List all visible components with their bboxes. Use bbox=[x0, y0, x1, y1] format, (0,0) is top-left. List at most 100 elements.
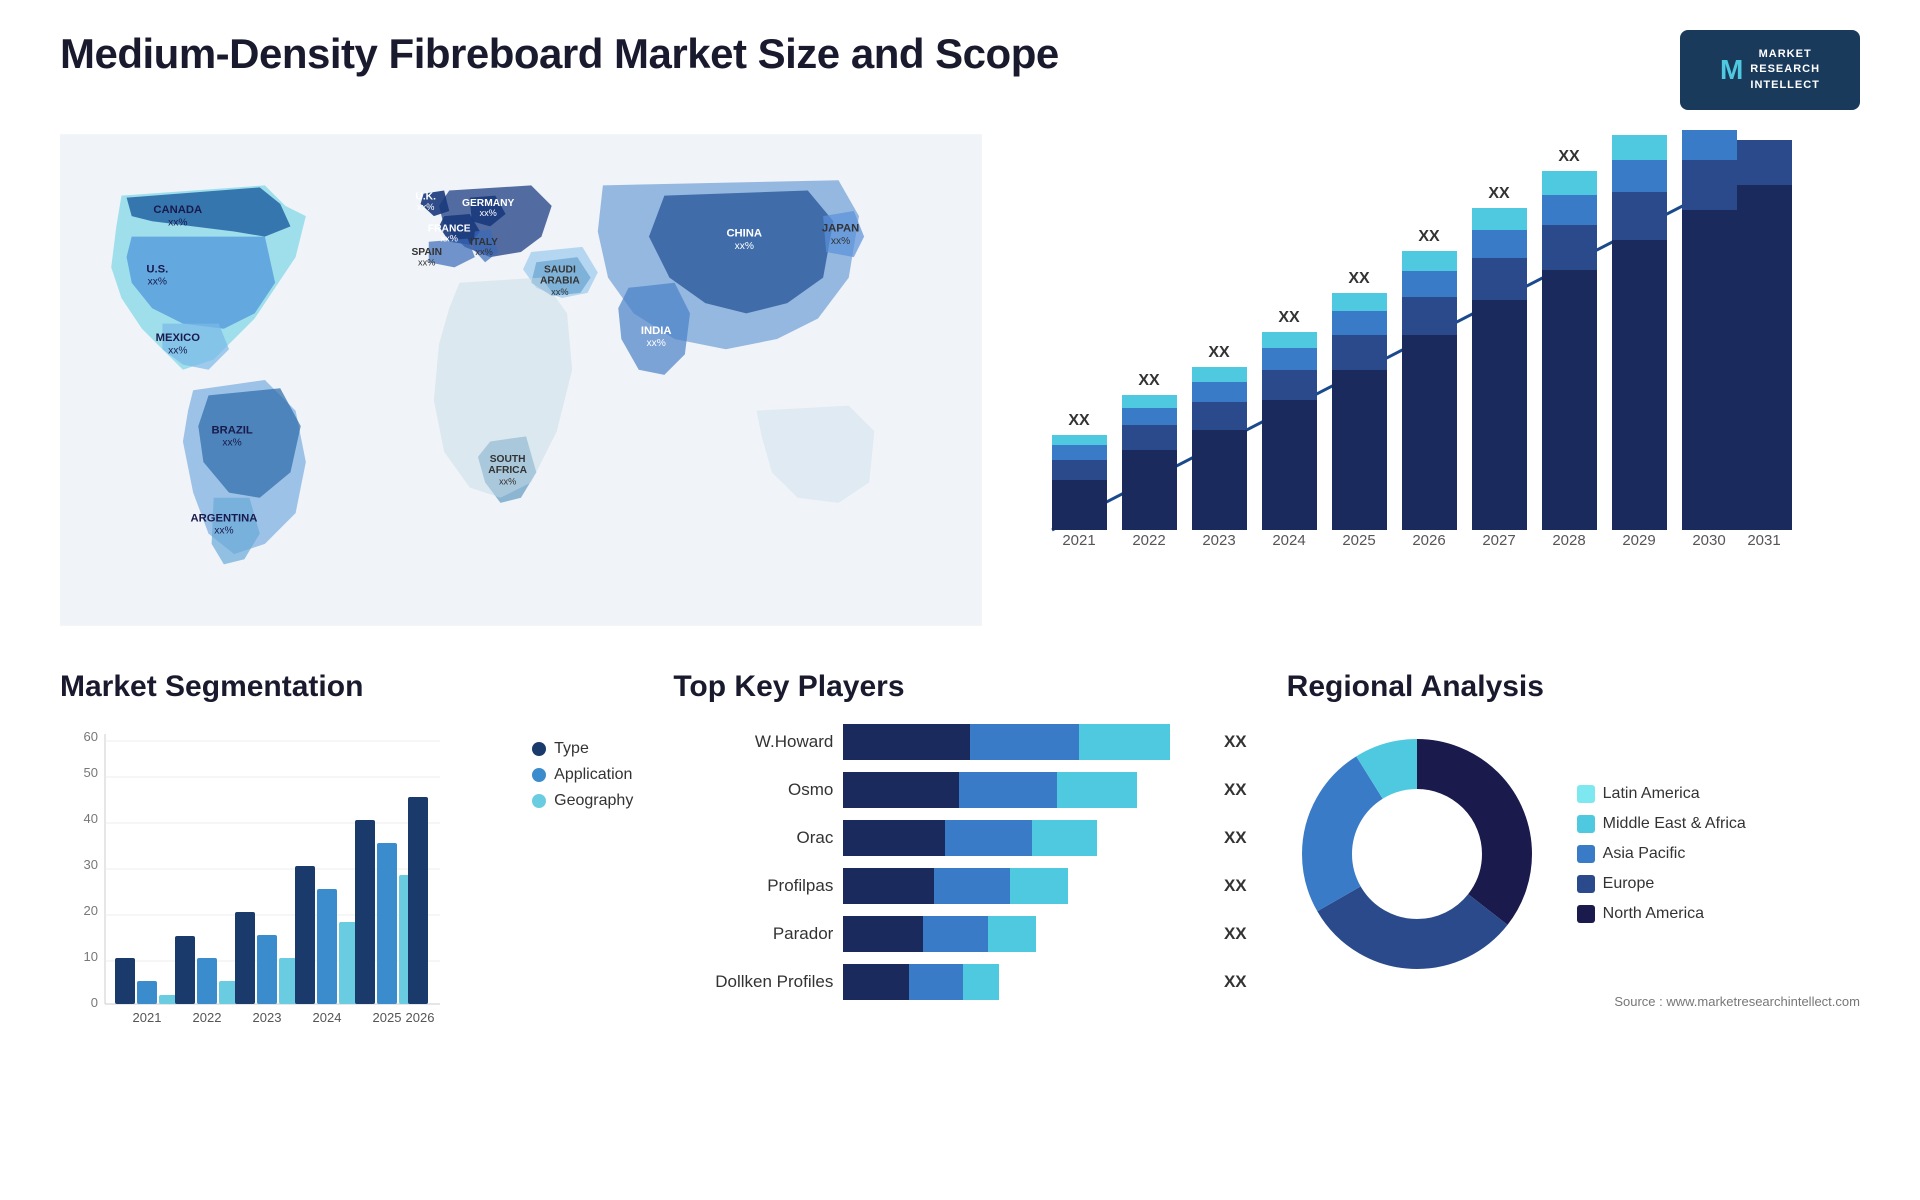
svg-text:xx%: xx% bbox=[475, 247, 492, 257]
bar-chart-container: XX 2021 XX 2022 XX 2023 bbox=[1022, 130, 1860, 630]
svg-text:SOUTH: SOUTH bbox=[490, 454, 526, 465]
svg-text:INDIA: INDIA bbox=[641, 325, 672, 337]
logo-text: MARKET RESEARCH INTELLECT bbox=[1750, 47, 1820, 93]
player-row-osmo: Osmo XX bbox=[673, 772, 1246, 808]
svg-text:2029: 2029 bbox=[1622, 532, 1655, 549]
svg-text:50: 50 bbox=[84, 765, 98, 780]
legend-north-america: North America bbox=[1577, 905, 1746, 923]
bar-seg3 bbox=[1057, 772, 1137, 808]
source-text: Source : www.marketresearchintellect.com bbox=[1287, 994, 1860, 1009]
seg-chart-area: 0 10 20 30 40 50 60 bbox=[60, 724, 502, 1069]
svg-text:0: 0 bbox=[91, 995, 98, 1010]
svg-text:XX: XX bbox=[1138, 372, 1160, 389]
player-name-profilpas: Profilpas bbox=[673, 876, 833, 896]
bar-seg3 bbox=[963, 964, 999, 1000]
bar-seg2 bbox=[959, 772, 1057, 808]
player-row-orac: Orac XX bbox=[673, 820, 1246, 856]
player-bar-whoward bbox=[843, 724, 1206, 760]
svg-text:U.S.: U.S. bbox=[146, 263, 168, 275]
segmentation-section: Market Segmentation 0 10 20 30 40 50 bbox=[60, 670, 633, 1170]
legend-europe: Europe bbox=[1577, 875, 1746, 893]
svg-text:CANADA: CANADA bbox=[153, 204, 202, 216]
world-map-container: CANADA xx% U.S. xx% MEXICO xx% BRAZIL xx… bbox=[60, 130, 982, 630]
player-row-parador: Parador XX bbox=[673, 916, 1246, 952]
player-bar-parador bbox=[843, 916, 1206, 952]
bar-seg2 bbox=[934, 868, 1010, 904]
svg-text:20: 20 bbox=[84, 903, 98, 918]
svg-text:xx%: xx% bbox=[148, 277, 167, 288]
svg-text:xx%: xx% bbox=[735, 241, 754, 252]
legend-asia-pacific: Asia Pacific bbox=[1577, 845, 1746, 863]
svg-text:XX: XX bbox=[1068, 412, 1090, 429]
bar-seg1 bbox=[843, 916, 923, 952]
bar-seg3 bbox=[1010, 868, 1068, 904]
seg-chart-svg: 0 10 20 30 40 50 60 bbox=[60, 724, 440, 1064]
logo-box: M MARKET RESEARCH INTELLECT bbox=[1680, 30, 1860, 110]
seg-chart-wrapper: 0 10 20 30 40 50 60 bbox=[60, 724, 633, 1069]
svg-text:2031: 2031 bbox=[1747, 532, 1780, 549]
key-players-section: Top Key Players W.Howard XX Osmo bbox=[673, 670, 1246, 1170]
bar-seg2 bbox=[945, 820, 1032, 856]
bar-seg3 bbox=[1032, 820, 1097, 856]
donut-chart-svg bbox=[1287, 724, 1547, 984]
legend-geography-dot bbox=[532, 794, 546, 808]
svg-text:XX: XX bbox=[1278, 309, 1300, 326]
player-bar-dollken bbox=[843, 964, 1206, 1000]
legend-type-dot bbox=[532, 742, 546, 756]
legend-application: Application bbox=[532, 766, 633, 784]
svg-text:JAPAN: JAPAN bbox=[822, 222, 859, 234]
regional-chart-area: Latin America Middle East & Africa Asia … bbox=[1287, 724, 1860, 984]
svg-text:2023: 2023 bbox=[253, 1010, 282, 1025]
svg-text:xx%: xx% bbox=[417, 202, 434, 212]
svg-text:xx%: xx% bbox=[168, 217, 187, 228]
svg-text:2022: 2022 bbox=[1132, 532, 1165, 549]
bar-seg2 bbox=[923, 916, 988, 952]
svg-text:2028: 2028 bbox=[1552, 532, 1585, 549]
bar-seg1 bbox=[843, 868, 934, 904]
legend-mea-color bbox=[1577, 815, 1595, 833]
regional-title: Regional Analysis bbox=[1287, 670, 1860, 704]
player-name-osmo: Osmo bbox=[673, 780, 833, 800]
svg-text:xx%: xx% bbox=[551, 287, 568, 297]
player-bar-osmo bbox=[843, 772, 1206, 808]
legend-asia-color bbox=[1577, 845, 1595, 863]
svg-text:2025: 2025 bbox=[1342, 532, 1375, 549]
svg-text:xx%: xx% bbox=[479, 208, 496, 218]
svg-text:BRAZIL: BRAZIL bbox=[211, 424, 252, 436]
svg-text:xx%: xx% bbox=[222, 438, 241, 449]
bar-seg1 bbox=[843, 820, 945, 856]
page-title: Medium-Density Fibreboard Market Size an… bbox=[60, 30, 1059, 78]
legend-type: Type bbox=[532, 740, 633, 758]
svg-text:2024: 2024 bbox=[1272, 532, 1305, 549]
svg-text:30: 30 bbox=[84, 857, 98, 872]
player-name-dollken: Dollken Profiles bbox=[673, 972, 833, 992]
legend-na-color bbox=[1577, 905, 1595, 923]
svg-text:2021: 2021 bbox=[133, 1010, 162, 1025]
svg-text:xx%: xx% bbox=[214, 526, 233, 537]
svg-text:40: 40 bbox=[84, 811, 98, 826]
player-name-whoward: W.Howard bbox=[673, 732, 833, 752]
player-bar-profilpas bbox=[843, 868, 1206, 904]
svg-text:XX: XX bbox=[1628, 130, 1650, 134]
player-row-whoward: W.Howard XX bbox=[673, 724, 1246, 760]
legend-europe-color bbox=[1577, 875, 1595, 893]
svg-text:xx%: xx% bbox=[499, 476, 516, 486]
svg-text:XX: XX bbox=[1208, 344, 1230, 361]
svg-text:CHINA: CHINA bbox=[726, 228, 762, 240]
legend-middle-east: Middle East & Africa bbox=[1577, 815, 1746, 833]
svg-text:2026: 2026 bbox=[406, 1010, 435, 1025]
svg-text:2025: 2025 bbox=[373, 1010, 402, 1025]
players-chart: W.Howard XX Osmo XX bbox=[673, 724, 1246, 1000]
player-bar-orac bbox=[843, 820, 1206, 856]
svg-text:XX: XX bbox=[1753, 130, 1775, 134]
svg-text:xx%: xx% bbox=[646, 338, 665, 349]
svg-text:2021: 2021 bbox=[1062, 532, 1095, 549]
player-row-dollken: Dollken Profiles XX bbox=[673, 964, 1246, 1000]
svg-text:XX: XX bbox=[1488, 185, 1510, 202]
svg-text:60: 60 bbox=[84, 729, 98, 744]
legend-latin-america: Latin America bbox=[1577, 785, 1746, 803]
seg-legend: Type Application Geography bbox=[532, 740, 633, 1069]
bar-seg1 bbox=[843, 964, 908, 1000]
svg-text:2022: 2022 bbox=[193, 1010, 222, 1025]
svg-text:2027: 2027 bbox=[1482, 532, 1515, 549]
